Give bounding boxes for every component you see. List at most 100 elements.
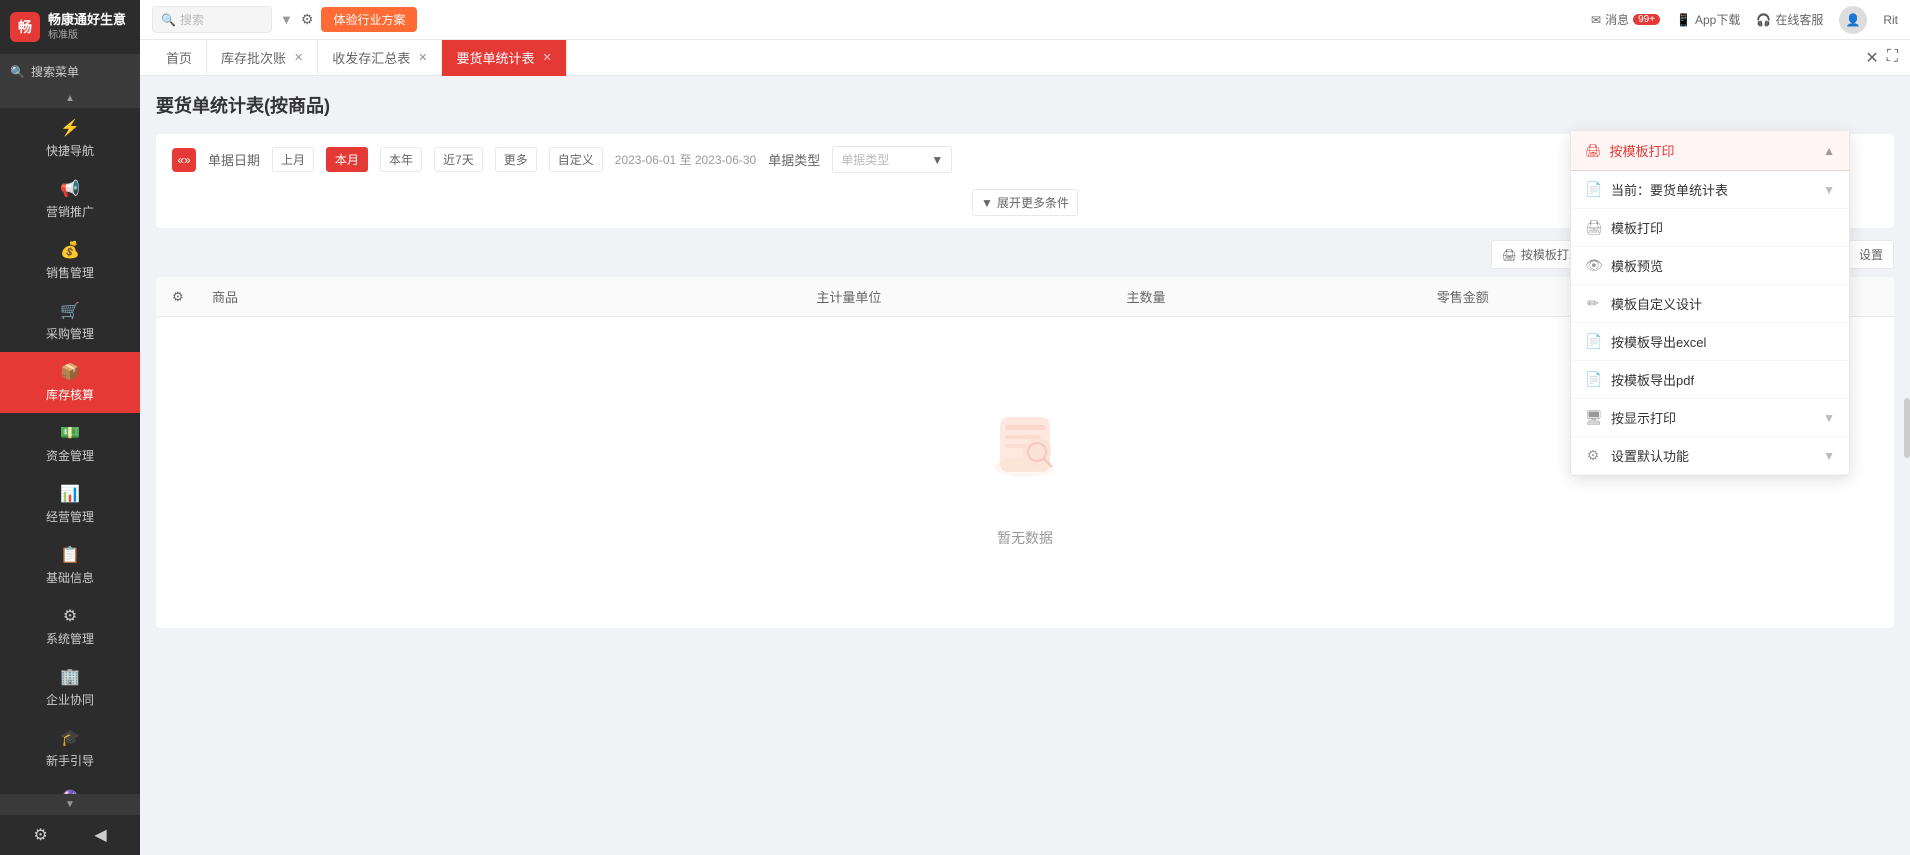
tab-order-summary[interactable]: 要货单统计表 ✕: [442, 40, 566, 76]
dropdown-template-preview[interactable]: 👁 模板预览: [1571, 247, 1849, 285]
date-btn-this-year[interactable]: 本年: [380, 147, 422, 172]
date-btn-last-month[interactable]: 上月: [272, 147, 314, 172]
window-maximize-btn[interactable]: ⛶: [1887, 48, 1898, 68]
default-func-label: 设置默认功能: [1611, 446, 1689, 465]
dropdown-export-excel[interactable]: 📄 按模板导出excel: [1571, 323, 1849, 361]
sidebar-item-finance[interactable]: 💵 资金管理: [0, 413, 140, 474]
expand-more-label: 展开更多条件: [997, 194, 1069, 211]
messages-btn[interactable]: ✉ 消息 99+: [1591, 11, 1660, 28]
avatar-icon: 👤: [1846, 13, 1861, 27]
topbar-gear-icon[interactable]: ⚙: [301, 11, 314, 28]
tab-receivable-close[interactable]: ✕: [418, 51, 427, 64]
sidebar-label-inventory: 库存核算: [46, 386, 94, 403]
headset-icon: 🎧: [1756, 13, 1771, 27]
current-template-icon: 📄: [1585, 181, 1601, 198]
expand-more-btn[interactable]: ▼ 展开更多条件: [972, 189, 1078, 216]
online-service-label: 在线客服: [1775, 11, 1823, 28]
dropdown-current-template[interactable]: 📄 当前：要货单统计表 ▼: [1571, 171, 1849, 209]
tab-inventory-batch-close[interactable]: ✕: [294, 51, 303, 64]
app-edition: 标准版: [48, 29, 126, 42]
tab-order-summary-close[interactable]: ✕: [543, 51, 552, 64]
sidebar-logo: 畅 畅康通好生意 标准版: [0, 0, 140, 55]
date-btn-this-month[interactable]: 本月: [326, 147, 368, 172]
dropdown-printer-icon: 🖨: [1585, 143, 1602, 159]
printer-icon: 🖨: [1502, 248, 1517, 262]
app-logo-icon: 畅: [10, 12, 40, 42]
topbar: 🔍 搜索 ▼ ⚙ 体验行业方案 ✉ 消息 99+ 📱 App下载 🎧 在线客服 …: [140, 0, 1910, 40]
dropdown-export-pdf-icon: 📄: [1585, 371, 1601, 388]
tab-order-summary-label: 要货单统计表: [456, 48, 534, 67]
dropdown-template-design[interactable]: ✏ 模板自定义设计: [1571, 285, 1849, 323]
tab-receivable-summary[interactable]: 收发存汇总表 ✕: [318, 40, 442, 76]
date-btn-custom[interactable]: 自定义: [549, 147, 603, 172]
topbar-search-icon: 🔍: [161, 13, 176, 27]
filter-toggle-btn[interactable]: «»: [172, 148, 196, 172]
bill-type-select[interactable]: 单据类型 ▼: [832, 146, 952, 173]
user-name[interactable]: Rit: [1883, 13, 1898, 27]
tab-inventory-batch-label: 库存批次账: [221, 48, 286, 67]
sidebar-item-quick-nav[interactable]: ⚡ 快捷导航: [0, 108, 140, 169]
operations-icon: 📊: [60, 484, 80, 504]
window-close-btn[interactable]: ✕: [1865, 48, 1878, 68]
sidebar-item-inventory[interactable]: 📦 库存核算: [0, 352, 140, 413]
settings-btn[interactable]: 设置: [1848, 240, 1894, 269]
date-btn-more[interactable]: 更多: [495, 147, 537, 172]
marketing-icon: 📢: [60, 179, 80, 199]
display-print-label: 按显示打印: [1611, 408, 1676, 427]
th-product: 商品: [204, 277, 808, 316]
dropdown-template-preview-icon: 👁: [1585, 257, 1601, 274]
tab-receivable-label: 收发存汇总表: [332, 48, 410, 67]
message-icon: ✉: [1591, 13, 1601, 27]
resize-handle[interactable]: [1904, 398, 1910, 458]
phone-icon: 📱: [1676, 13, 1691, 27]
sidebar-item-system[interactable]: ⚙ 系统管理: [0, 596, 140, 657]
sidebar-item-purchase[interactable]: 🛒 采购管理: [0, 291, 140, 352]
sidebar-hide-btn[interactable]: ◀: [94, 825, 106, 845]
sidebar-label-operations: 经营管理: [46, 508, 94, 525]
quick-nav-icon: ⚡: [60, 118, 80, 138]
sidebar-search-label: 搜索菜单: [31, 63, 79, 80]
th-settings[interactable]: ⚙: [164, 279, 204, 315]
dropdown-display-print[interactable]: 🖥 按显示打印 ▼: [1571, 399, 1849, 437]
dropdown-template-print[interactable]: 🖨 模板打印: [1571, 209, 1849, 247]
dropdown-template-print-label: 模板打印: [1611, 218, 1663, 237]
tab-home[interactable]: 首页: [152, 40, 207, 76]
sidebar: 畅 畅康通好生意 标准版 🔍 搜索菜单 ▲ ⚡ 快捷导航 📢 营销推广 💰 销售…: [0, 0, 140, 855]
avatar[interactable]: 👤: [1839, 6, 1867, 34]
sidebar-item-corp[interactable]: 🏢 企业协同: [0, 657, 140, 718]
dropdown-header[interactable]: 🖨 按模板打印 ▲: [1571, 131, 1849, 171]
sidebar-settings-btn[interactable]: ⚙: [33, 825, 47, 845]
dropdown-template-design-icon: ✏: [1585, 295, 1601, 312]
display-print-chevron: ▼: [1823, 411, 1835, 425]
app-download-btn[interactable]: 📱 App下载: [1676, 11, 1740, 28]
tab-inventory-batch[interactable]: 库存批次账 ✕: [207, 40, 318, 76]
dropdown-export-pdf[interactable]: 📄 按模板导出pdf: [1571, 361, 1849, 399]
sidebar-scroll-down[interactable]: ▼: [0, 794, 140, 814]
sales-icon: 💰: [60, 240, 80, 260]
sidebar-item-basic[interactable]: 📋 基础信息: [0, 535, 140, 596]
sidebar-item-marketing[interactable]: 📢 营销推广: [0, 169, 140, 230]
sidebar-label-finance: 资金管理: [46, 447, 94, 464]
dropdown-export-pdf-label: 按模板导出pdf: [1611, 370, 1694, 389]
topbar-dropdown-icon[interactable]: ▼: [280, 12, 293, 27]
expand-more-icon: ▼: [981, 196, 993, 210]
app-name: 畅康通好生意: [48, 12, 126, 29]
messages-badge: 99+: [1633, 14, 1660, 25]
newbie-icon: 🎓: [60, 728, 80, 748]
sidebar-search[interactable]: 🔍 搜索菜单: [0, 55, 140, 88]
tab-home-label: 首页: [166, 48, 192, 67]
th-quantity: 主数量: [1119, 277, 1429, 316]
online-service-btn[interactable]: 🎧 在线客服: [1756, 11, 1823, 28]
dropdown-template-print-icon: 🖨: [1585, 219, 1601, 236]
sidebar-label-corp: 企业协同: [46, 691, 94, 708]
sidebar-item-appstore[interactable]: 🔮 应用中心: [0, 779, 140, 794]
sidebar-item-newbie[interactable]: 🎓 新手引导: [0, 718, 140, 779]
trial-btn[interactable]: 体验行业方案: [321, 7, 417, 32]
dropdown-default-func[interactable]: ⚙ 设置默认功能 ▼: [1571, 437, 1849, 475]
topbar-search[interactable]: 🔍 搜索: [152, 6, 272, 33]
sidebar-scroll-up[interactable]: ▲: [0, 88, 140, 108]
sidebar-item-operations[interactable]: 📊 经营管理: [0, 474, 140, 535]
sidebar-item-sales[interactable]: 💰 销售管理: [0, 230, 140, 291]
sidebar-label-basic: 基础信息: [46, 569, 94, 586]
date-btn-7days[interactable]: 近7天: [434, 147, 483, 172]
